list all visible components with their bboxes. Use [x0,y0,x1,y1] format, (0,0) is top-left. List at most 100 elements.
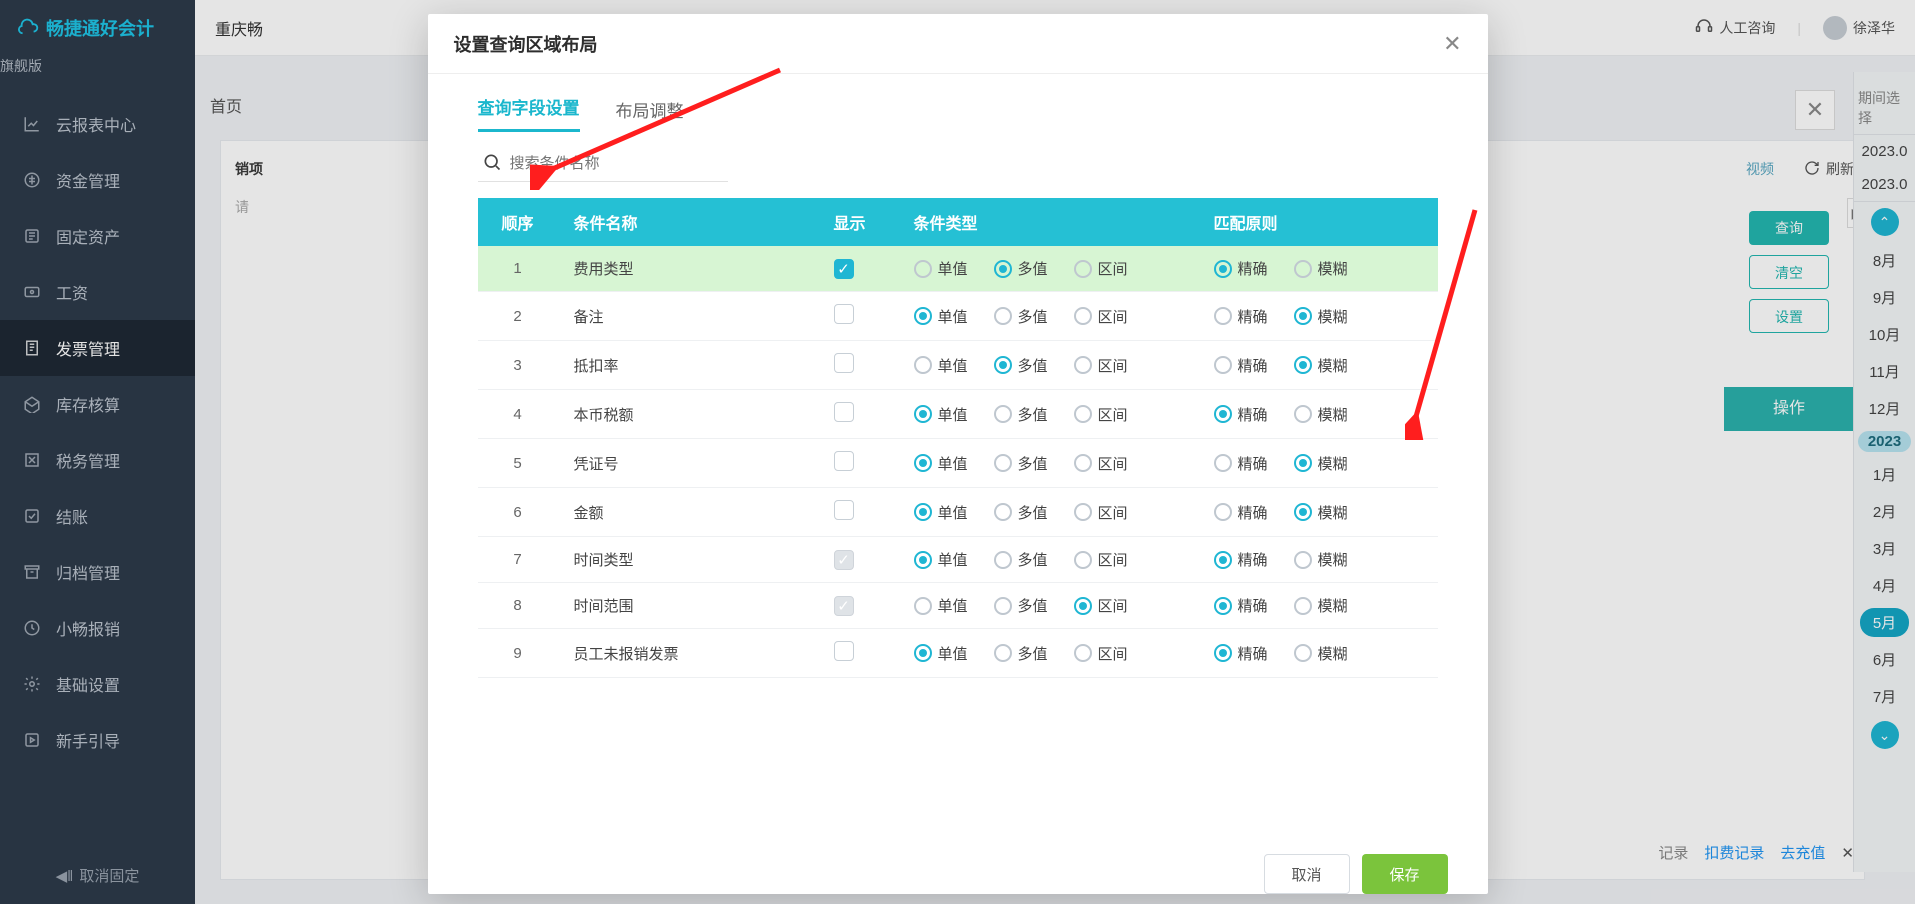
type-multi-radio[interactable]: 多值 [994,404,1048,425]
radio-icon [914,454,932,472]
match-fuzzy-radio[interactable]: 模糊 [1294,502,1348,523]
radio-label: 模糊 [1318,502,1348,523]
type-multi-radio[interactable]: 多值 [994,355,1048,376]
cell-type: 单值 多值 区间 [898,390,1198,439]
type-range-radio[interactable]: 区间 [1074,355,1128,376]
cell-seq: 6 [478,488,558,537]
match-exact-radio[interactable]: 精确 [1214,258,1268,279]
type-multi-radio[interactable]: 多值 [994,306,1048,327]
show-checkbox[interactable] [834,353,854,373]
radio-icon [1074,644,1092,662]
type-single-radio[interactable]: 单值 [914,643,968,664]
type-range-radio[interactable]: 区间 [1074,643,1128,664]
match-exact-radio[interactable]: 精确 [1214,549,1268,570]
tab-query-fields[interactable]: 查询字段设置 [478,94,580,132]
cell-show [818,341,898,390]
match-fuzzy-radio[interactable]: 模糊 [1294,595,1348,616]
tab-layout-adjust[interactable]: 布局调整 [616,97,684,132]
cell-seq: 8 [478,583,558,629]
type-multi-radio[interactable]: 多值 [994,258,1048,279]
radio-label: 单值 [938,258,968,279]
table-row: 7 时间类型 ✓ 单值 多值 区间 精确 模糊 [478,537,1438,583]
show-checkbox[interactable]: ✓ [834,259,854,279]
match-fuzzy-radio[interactable]: 模糊 [1294,453,1348,474]
cell-seq: 9 [478,629,558,678]
radio-label: 区间 [1098,453,1128,474]
radio-label: 区间 [1098,258,1128,279]
show-checkbox[interactable] [834,451,854,471]
type-single-radio[interactable]: 单值 [914,595,968,616]
match-fuzzy-radio[interactable]: 模糊 [1294,549,1348,570]
table-row: 3 抵扣率 单值 多值 区间 精确 模糊 [478,341,1438,390]
cell-match: 精确 模糊 [1198,341,1438,390]
type-range-radio[interactable]: 区间 [1074,404,1128,425]
radio-label: 多值 [1018,502,1048,523]
type-multi-radio[interactable]: 多值 [994,595,1048,616]
type-multi-radio[interactable]: 多值 [994,453,1048,474]
match-exact-radio[interactable]: 精确 [1214,355,1268,376]
type-multi-radio[interactable]: 多值 [994,549,1048,570]
type-multi-radio[interactable]: 多值 [994,643,1048,664]
type-range-radio[interactable]: 区间 [1074,258,1128,279]
type-single-radio[interactable]: 单值 [914,306,968,327]
radio-icon [914,644,932,662]
radio-icon [1294,356,1312,374]
show-checkbox[interactable]: ✓ [834,596,854,616]
match-exact-radio[interactable]: 精确 [1214,595,1268,616]
type-multi-radio[interactable]: 多值 [994,502,1048,523]
show-checkbox[interactable] [834,500,854,520]
radio-icon [1074,454,1092,472]
match-fuzzy-radio[interactable]: 模糊 [1294,306,1348,327]
type-range-radio[interactable]: 区间 [1074,549,1128,570]
radio-label: 模糊 [1318,549,1348,570]
modal-close-icon[interactable]: ✕ [1443,31,1461,57]
radio-icon [994,551,1012,569]
type-single-radio[interactable]: 单值 [914,453,968,474]
type-single-radio[interactable]: 单值 [914,549,968,570]
cell-name: 金额 [558,488,818,537]
col-match: 匹配原则 [1198,198,1438,246]
type-single-radio[interactable]: 单值 [914,258,968,279]
radio-label: 精确 [1238,258,1268,279]
col-show: 显示 [818,198,898,246]
show-checkbox[interactable]: ✓ [834,550,854,570]
show-checkbox[interactable] [834,304,854,324]
match-fuzzy-radio[interactable]: 模糊 [1294,355,1348,376]
type-range-radio[interactable]: 区间 [1074,453,1128,474]
cell-show [818,292,898,341]
radio-label: 单值 [938,549,968,570]
search-icon [482,152,502,175]
match-fuzzy-radio[interactable]: 模糊 [1294,643,1348,664]
cancel-button[interactable]: 取消 [1264,854,1350,894]
match-fuzzy-radio[interactable]: 模糊 [1294,258,1348,279]
save-button[interactable]: 保存 [1362,854,1448,894]
radio-icon [1214,307,1232,325]
search-box[interactable] [478,146,728,182]
radio-label: 多值 [1018,306,1048,327]
cell-type: 单值 多值 区间 [898,246,1198,292]
type-range-radio[interactable]: 区间 [1074,595,1128,616]
type-single-radio[interactable]: 单值 [914,404,968,425]
radio-label: 区间 [1098,549,1128,570]
radio-icon [1074,356,1092,374]
show-checkbox[interactable] [834,641,854,661]
cell-name: 抵扣率 [558,341,818,390]
radio-label: 区间 [1098,643,1128,664]
match-fuzzy-radio[interactable]: 模糊 [1294,404,1348,425]
query-layout-modal: 设置查询区域布局 ✕ 查询字段设置 布局调整 顺序 条件名称 显示 条件类型 匹… [428,14,1488,894]
cell-seq: 2 [478,292,558,341]
table-row: 1 费用类型 ✓ 单值 多值 区间 精确 模糊 [478,246,1438,292]
match-exact-radio[interactable]: 精确 [1214,643,1268,664]
match-exact-radio[interactable]: 精确 [1214,502,1268,523]
type-single-radio[interactable]: 单值 [914,355,968,376]
type-range-radio[interactable]: 区间 [1074,502,1128,523]
type-single-radio[interactable]: 单值 [914,502,968,523]
match-exact-radio[interactable]: 精确 [1214,453,1268,474]
match-exact-radio[interactable]: 精确 [1214,404,1268,425]
match-exact-radio[interactable]: 精确 [1214,306,1268,327]
search-input[interactable] [510,155,724,172]
radio-icon [1214,597,1232,615]
type-range-radio[interactable]: 区间 [1074,306,1128,327]
show-checkbox[interactable] [834,402,854,422]
radio-label: 精确 [1238,453,1268,474]
